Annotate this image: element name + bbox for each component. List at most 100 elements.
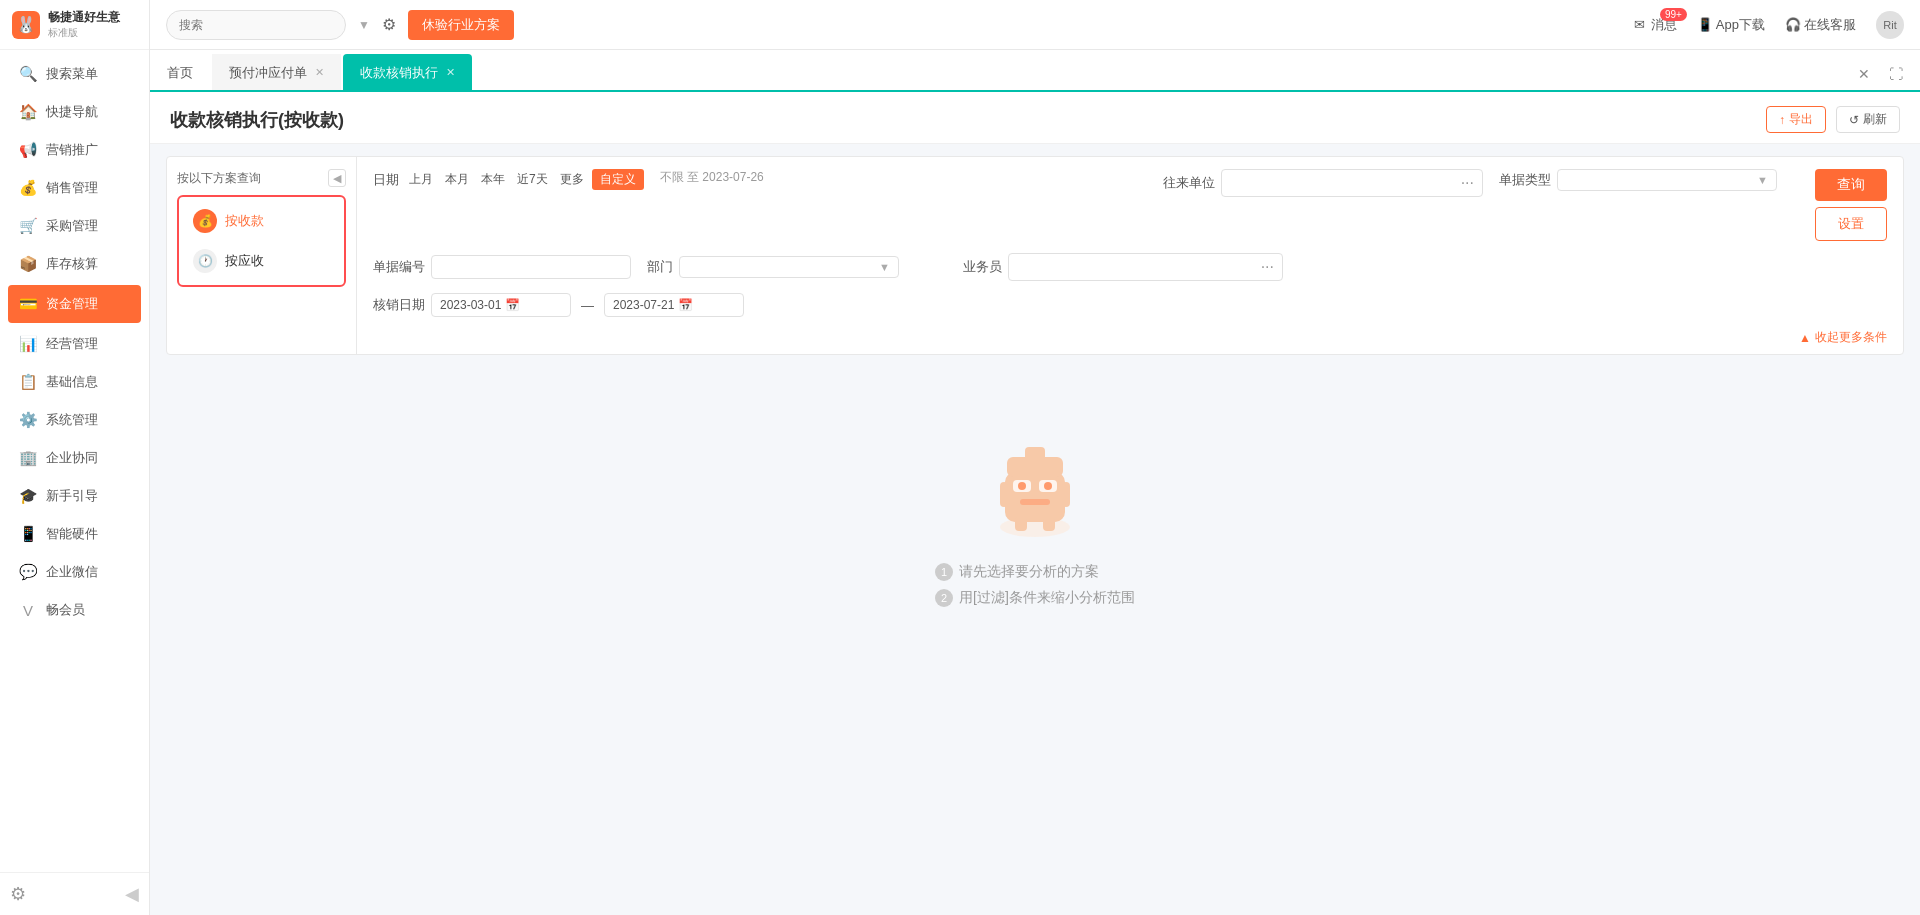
quick-nav-icon: 🏠 (18, 103, 38, 121)
online-service-link[interactable]: 🎧在线客服 (1785, 16, 1856, 34)
wechat-icon: 💬 (18, 563, 38, 581)
staff-input[interactable] (1017, 260, 1261, 274)
sidebar-label-system: 系统管理 (46, 411, 98, 429)
writeoff-end-date[interactable]: 2023-07-21 📅 (604, 293, 744, 317)
date-btn-last-month[interactable]: 上月 (405, 169, 437, 190)
date-btn-this-month[interactable]: 本月 (441, 169, 473, 190)
settings-button[interactable]: 设置 (1815, 207, 1887, 241)
collapse-more-button[interactable]: ▲ 收起更多条件 (1799, 325, 1887, 346)
sidebar-item-inventory[interactable]: 📦 库存核算 (0, 245, 149, 283)
doc-no-input[interactable] (440, 260, 622, 274)
sidebar-label-wechat: 企业微信 (46, 563, 98, 581)
app-badge: 标准版 (48, 26, 120, 40)
filter-row-1: 日期 上月 本月 本年 近7天 更多 自定义 不限 至 2023-07-26 (373, 169, 1887, 241)
page-content: 收款核销执行(按收款) ↑ 导出 ↺ 刷新 按以下方案查询 ◀ (150, 92, 1920, 915)
counterpart-input[interactable] (1230, 176, 1461, 190)
sidebar-label-finance: 资金管理 (46, 295, 98, 313)
staff-input-wrap: ··· (1008, 253, 1283, 281)
message-badge-count: 99+ (1660, 8, 1687, 21)
writeoff-date-label: 核销日期 (373, 296, 425, 314)
sidebar-label-enterprise: 企业协同 (46, 449, 98, 467)
headset-icon: 🎧 (1785, 17, 1801, 32)
form-action-buttons: 查询 设置 (1815, 169, 1887, 241)
svg-point-4 (1018, 482, 1026, 490)
filter-scheme-title: 按以下方案查询 ◀ (177, 169, 346, 187)
collapse-sidebar-icon[interactable]: ◀ (125, 883, 139, 905)
sidebar-item-search[interactable]: 🔍搜索菜单 (0, 55, 149, 93)
sidebar-item-member[interactable]: V畅会员 (0, 591, 149, 629)
staff-ellipsis-icon[interactable]: ··· (1261, 258, 1274, 276)
sidebar-item-guide[interactable]: 🎓 新手引导 (0, 477, 149, 515)
tab-prepay[interactable]: 预付冲应付单 ✕ (212, 54, 341, 90)
sidebar-item-sales[interactable]: 💰销售管理 (0, 169, 149, 207)
topbar: ▼ ⚙ 休验行业方案 ✉ 消息 99+ 📱App下载 🎧在线客服 Rit (150, 0, 1920, 50)
tab-home[interactable]: 首页 (150, 54, 210, 90)
tab-receipt-close-icon[interactable]: ✕ (446, 66, 455, 79)
filter-panel: 按以下方案查询 ◀ 💰 按收款 🕐 按应收 (166, 156, 1904, 355)
by-receivable-icon: 🕐 (193, 249, 217, 273)
refresh-button[interactable]: ↺ 刷新 (1836, 106, 1900, 133)
date-btn-7days[interactable]: 近7天 (513, 169, 552, 190)
collapse-more-label: 收起更多条件 (1815, 329, 1887, 346)
date-btn-this-year[interactable]: 本年 (477, 169, 509, 190)
sidebar-item-quick-nav[interactable]: 🏠 快捷导航 (0, 93, 149, 131)
query-button[interactable]: 查询 (1815, 169, 1887, 201)
tab-prepay-close-icon[interactable]: ✕ (315, 66, 324, 79)
tab-expand-icon[interactable]: ⛶ (1884, 62, 1908, 86)
doc-no-field: 单据编号 (373, 255, 631, 279)
sidebar-item-purchase[interactable]: 🛒 采购管理 (0, 207, 149, 245)
counterpart-ellipsis-icon[interactable]: ··· (1461, 174, 1474, 192)
sidebar-item-wechat[interactable]: 💬 企业微信 (0, 553, 149, 591)
dept-select[interactable]: ▼ (679, 256, 899, 278)
sidebar-item-finance[interactable]: 💳 资金管理 (8, 285, 141, 323)
settings-icon[interactable]: ⚙ (10, 883, 26, 905)
sidebar-item-business[interactable]: 📊经营管理 (0, 325, 149, 363)
message-icon-wrapper[interactable]: ✉ 消息 99+ (1634, 16, 1677, 34)
empty-hint-list: 1 请先选择要分析的方案 2 用[过滤]条件来缩小分析范围 (935, 563, 1135, 615)
sidebar-label-guide: 新手引导 (46, 487, 98, 505)
topbar-chevron-icon[interactable]: ▼ (358, 18, 370, 32)
writeoff-start-date[interactable]: 2023-03-01 📅 (431, 293, 571, 317)
by-receipt-icon: 💰 (193, 209, 217, 233)
doc-no-label: 单据编号 (373, 258, 425, 276)
topbar-gear-icon[interactable]: ⚙ (382, 15, 396, 34)
date-btn-more[interactable]: 更多 (556, 169, 588, 190)
sidebar-item-system[interactable]: ⚙️ 系统管理 (0, 401, 149, 439)
industry-solution-button[interactable]: 休验行业方案 (408, 10, 514, 40)
tab-right-actions: ✕ ⛶ (1852, 62, 1920, 90)
system-icon: ⚙️ (18, 411, 38, 429)
sidebar-label-purchase: 采购管理 (46, 217, 98, 235)
tab-bar: 首页 预付冲应付单 ✕ 收款核销执行 ✕ ✕ ⛶ (150, 50, 1920, 92)
sidebar-item-hardware[interactable]: 📱智能硬件 (0, 515, 149, 553)
filter-option-by-receivable[interactable]: 🕐 按应收 (183, 241, 340, 281)
sidebar-item-enterprise[interactable]: 🏢企业协同 (0, 439, 149, 477)
inventory-icon: 📦 (18, 255, 38, 273)
export-button[interactable]: ↑ 导出 (1766, 106, 1826, 133)
date-btn-custom[interactable]: 自定义 (592, 169, 644, 190)
filter-collapse-arrow[interactable]: ◀ (328, 169, 346, 187)
user-avatar[interactable]: Rit (1876, 11, 1904, 39)
doc-type-label: 单据类型 (1499, 171, 1551, 189)
doc-type-select[interactable]: ▼ (1557, 169, 1777, 191)
filter-row-3: 核销日期 2023-03-01 📅 — 2023-07-21 📅 (373, 293, 1887, 317)
guide-icon: 🎓 (18, 487, 38, 505)
svg-rect-8 (1062, 482, 1070, 507)
sidebar-label-inventory: 库存核算 (46, 255, 98, 273)
tab-close-action-icon[interactable]: ✕ (1852, 62, 1876, 86)
app-download-link[interactable]: 📱App下载 (1697, 16, 1765, 34)
step-2-number: 2 (935, 589, 953, 607)
date-separator: — (577, 298, 598, 313)
date-label: 日期 (373, 171, 399, 189)
sidebar-item-basic-info[interactable]: 📋基础信息 (0, 363, 149, 401)
filter-option-by-receipt[interactable]: 💰 按收款 (183, 201, 340, 241)
finance-icon: 💳 (18, 295, 38, 313)
search-icon: 🔍 (18, 65, 38, 83)
message-icon: ✉ (1634, 17, 1645, 32)
tab-receipt[interactable]: 收款核销执行 ✕ (343, 54, 472, 90)
sidebar-item-marketing[interactable]: 📢营销推广 (0, 131, 149, 169)
empty-state: 1 请先选择要分析的方案 2 用[过滤]条件来缩小分析范围 (150, 367, 1920, 675)
topbar-search-input[interactable] (166, 10, 346, 40)
sidebar-label-quick-nav: 快捷导航 (46, 103, 98, 121)
filter-form: 日期 上月 本月 本年 近7天 更多 自定义 不限 至 2023-07-26 (357, 157, 1903, 354)
purchase-icon: 🛒 (18, 217, 38, 235)
